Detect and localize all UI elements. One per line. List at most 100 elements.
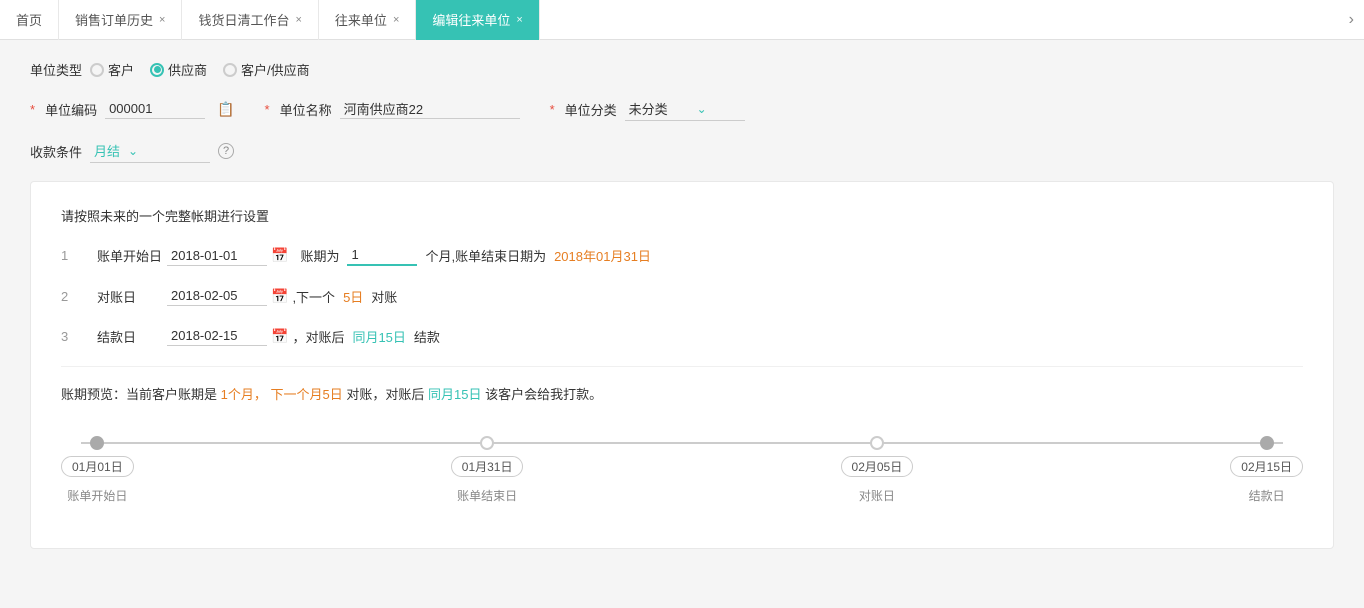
- period-highlight-3: 同月15日: [352, 327, 405, 346]
- period-section-card: 请按照未来的一个完整帐期进行设置 1 账单开始日 📅 账期为 个月,账单结束日期…: [30, 181, 1334, 549]
- node-label-2: 账单结束日: [457, 487, 517, 504]
- payment-value: 月结: [94, 141, 120, 160]
- timeline-node-1: 01月01日 账单开始日: [61, 436, 134, 504]
- node-tag-3: 02月05日: [841, 456, 914, 477]
- period-label-1: 账单开始日: [97, 246, 167, 265]
- node-circle-2: [480, 436, 494, 450]
- tab-sales-order-label: 销售订单历史: [75, 10, 153, 29]
- timeline-container: 01月01日 账单开始日 01月31日 账单结束日 02月05日 对账日: [61, 426, 1303, 524]
- unit-code-input[interactable]: [105, 99, 205, 119]
- node-tag-4: 02月15日: [1230, 456, 1303, 477]
- radio-both[interactable]: 客户/供应商: [223, 60, 310, 79]
- period-date-input-3[interactable]: [167, 326, 267, 346]
- node-tag-1: 01月01日: [61, 456, 134, 477]
- unit-category-arrow: ⌄: [697, 102, 707, 116]
- period-num-1: 1: [61, 248, 81, 263]
- tabs-bar: 首页 销售订单历史 × 钱货日清工作台 × 往来单位 × 编辑往来单位 × ›: [0, 0, 1364, 40]
- period-cal-3[interactable]: 📅: [271, 328, 288, 345]
- timeline-node-2: 01月31日 账单结束日: [451, 436, 524, 504]
- period-desc-after-3: 结款: [414, 327, 440, 346]
- tab-home[interactable]: 首页: [0, 0, 59, 40]
- tab-edit-counterparty-close[interactable]: ×: [516, 14, 522, 26]
- unit-info-row: * 单位编码 📋 * 单位名称 * 单位分类 未分类 ⌄: [30, 97, 1334, 121]
- period-desc-after-1: 个月,账单结束日期为: [425, 246, 546, 265]
- tab-cash-work-close[interactable]: ×: [295, 14, 301, 26]
- unit-code-star: *: [30, 102, 35, 117]
- period-desc-before-2: ,下一个: [292, 287, 335, 306]
- period-date-input-2[interactable]: [167, 286, 267, 306]
- tab-edit-counterparty[interactable]: 编辑往来单位 ×: [416, 0, 539, 40]
- period-desc-before-1: 账期为: [300, 246, 339, 265]
- tab-counterparty-close[interactable]: ×: [393, 14, 399, 26]
- node-label-4: 结款日: [1249, 487, 1285, 504]
- radio-supplier-label: 供应商: [168, 60, 207, 79]
- preview-part3: 同月15日: [428, 387, 481, 402]
- unit-name-star: *: [265, 102, 270, 117]
- node-circle-3: [870, 436, 884, 450]
- period-date-input-1[interactable]: [167, 246, 267, 266]
- tab-counterparty[interactable]: 往来单位 ×: [319, 0, 416, 40]
- radio-supplier[interactable]: 供应商: [150, 60, 207, 79]
- period-num-2: 2: [61, 289, 81, 304]
- tab-sales-order[interactable]: 销售订单历史 ×: [59, 0, 182, 40]
- unit-code-icon[interactable]: 📋: [217, 101, 234, 118]
- unit-name-group: * 单位名称: [265, 99, 520, 119]
- page-content: 单位类型 客户 供应商 客户/供应商 * 单位编码: [0, 40, 1364, 608]
- period-num-3: 3: [61, 329, 81, 344]
- radio-customer-label: 客户: [108, 60, 134, 79]
- period-row-2: 2 对账日 📅 ,下一个 5日 对账: [61, 286, 1303, 306]
- tab-home-label: 首页: [16, 10, 42, 29]
- timeline-nodes: 01月01日 账单开始日 01月31日 账单结束日 02月05日 对账日: [61, 436, 1303, 504]
- period-desc-after-2: 对账: [371, 287, 397, 306]
- period-end-date: 2018年01月31日: [554, 246, 651, 265]
- payment-select[interactable]: 月结 ⌄: [90, 139, 210, 163]
- tab-sales-order-close[interactable]: ×: [159, 14, 165, 26]
- payment-arrow: ⌄: [128, 144, 138, 158]
- preview-text: 账期预览：当前客户账期是 1个月， 下一个月5日 对账，对账后 同月15日 该客…: [61, 383, 1303, 406]
- node-label-3: 对账日: [859, 487, 895, 504]
- node-circle-4: [1260, 436, 1274, 450]
- help-icon[interactable]: ?: [218, 143, 234, 159]
- unit-name-label: 单位名称: [280, 100, 332, 119]
- unit-code-group: * 单位编码 📋: [30, 99, 235, 119]
- unit-name-input[interactable]: [340, 99, 520, 119]
- tabs-right-arrow[interactable]: ›: [1339, 11, 1364, 29]
- period-cal-1[interactable]: 📅: [271, 247, 288, 264]
- tab-cash-work[interactable]: 钱货日清工作台 ×: [182, 0, 318, 40]
- timeline-node-3: 02月05日 对账日: [841, 436, 914, 504]
- preview-part1: 1个月，: [221, 387, 267, 402]
- radio-supplier-circle: [150, 63, 164, 77]
- period-month-input[interactable]: [347, 245, 417, 266]
- unit-type-label: 单位类型: [30, 60, 82, 79]
- section-title: 请按照未来的一个完整帐期进行设置: [61, 206, 1303, 225]
- payment-group: 收款条件 月结 ⌄ ?: [30, 139, 234, 163]
- period-row-3: 3 结款日 📅 ，对账后 同月15日 结款: [61, 326, 1303, 346]
- period-desc-before-3: ，对账后: [292, 327, 344, 346]
- unit-category-label: 单位分类: [565, 100, 617, 119]
- radio-group: 客户 供应商 客户/供应商: [90, 60, 310, 79]
- radio-both-label: 客户/供应商: [241, 60, 310, 79]
- period-row-1: 1 账单开始日 📅 账期为 个月,账单结束日期为 2018年01月31日: [61, 245, 1303, 266]
- node-tag-2: 01月31日: [451, 456, 524, 477]
- unit-code-label: 单位编码: [45, 100, 97, 119]
- preview-middle: 对账，对账后: [346, 387, 424, 402]
- radio-both-circle: [223, 63, 237, 77]
- unit-category-select[interactable]: 未分类 ⌄: [625, 97, 745, 121]
- unit-category-star: *: [550, 102, 555, 117]
- unit-category-group: * 单位分类 未分类 ⌄: [550, 97, 745, 121]
- preview-end: 该客户会给我打款。: [485, 387, 602, 402]
- period-label-3: 结款日: [97, 327, 167, 346]
- period-cal-2[interactable]: 📅: [271, 288, 288, 305]
- payment-row: 收款条件 月结 ⌄ ?: [30, 139, 1334, 163]
- unit-category-value: 未分类: [629, 99, 689, 118]
- timeline-node-4: 02月15日 结款日: [1230, 436, 1303, 504]
- node-label-1: 账单开始日: [67, 487, 127, 504]
- period-label-2: 对账日: [97, 287, 167, 306]
- unit-type-row: 单位类型 客户 供应商 客户/供应商: [30, 60, 1334, 79]
- tab-cash-work-label: 钱货日清工作台: [198, 10, 289, 29]
- period-highlight-2: 5日: [343, 287, 363, 306]
- radio-customer[interactable]: 客户: [90, 60, 134, 79]
- node-circle-1: [90, 436, 104, 450]
- radio-customer-circle: [90, 63, 104, 77]
- tab-edit-counterparty-label: 编辑往来单位: [432, 10, 510, 29]
